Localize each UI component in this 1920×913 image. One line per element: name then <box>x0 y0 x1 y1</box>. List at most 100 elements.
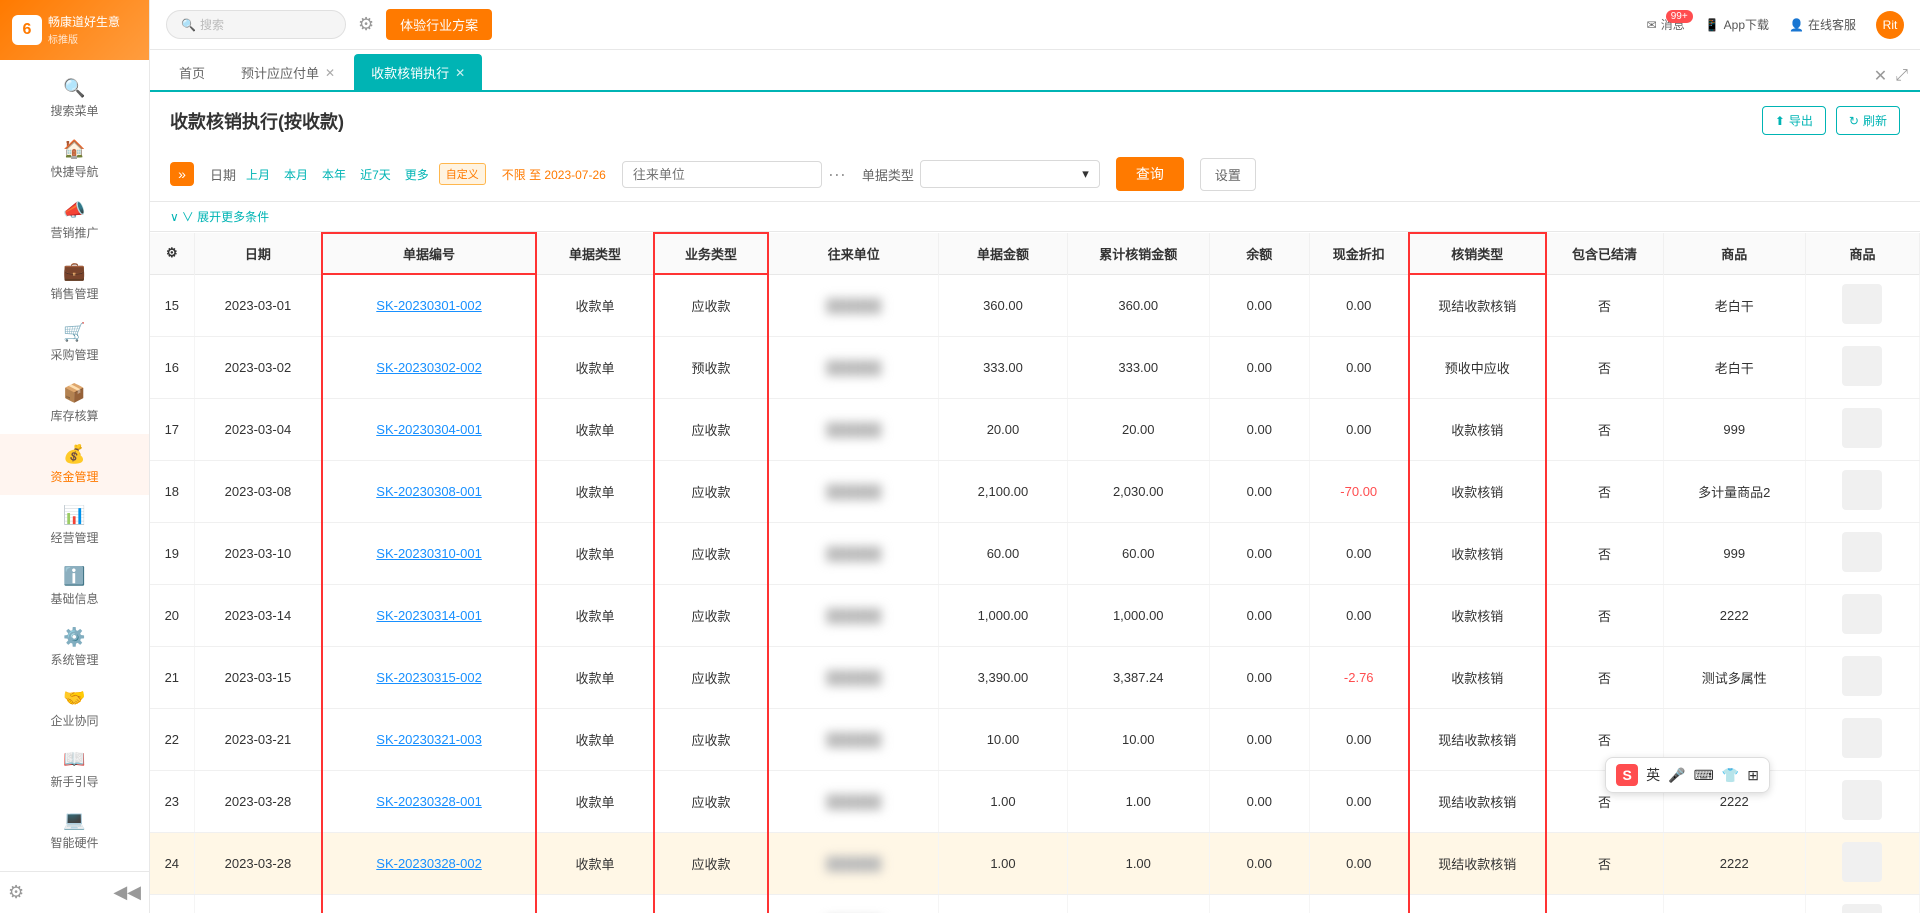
cell-date: 2023-03-14 <box>194 584 322 646</box>
docno-link[interactable]: SK-20230302-002 <box>376 360 482 375</box>
date-custom-btn[interactable]: 自定义 <box>439 163 486 185</box>
docno-link[interactable]: SK-20230315-002 <box>376 670 482 685</box>
th-date[interactable]: 日期 <box>194 233 322 274</box>
cell-doctype: 收款单 <box>536 522 654 584</box>
th-discount[interactable]: 现金折扣 <box>1309 233 1409 274</box>
topbar-gear-icon[interactable]: ⚙ <box>358 14 374 35</box>
tab-prepay-close[interactable]: ✕ <box>325 66 335 80</box>
docno-link[interactable]: SK-20230301-002 <box>376 298 482 313</box>
date-more[interactable]: 更多 <box>401 164 433 185</box>
cell-goodsimg <box>1805 398 1919 460</box>
cell-settled: 否 <box>1546 398 1664 460</box>
th-cumwrite[interactable]: 累计核销金额 <box>1067 233 1209 274</box>
ime-grid-icon[interactable]: ⊞ <box>1747 767 1759 784</box>
expand-more-btn[interactable]: ∨ ∨ 展开更多条件 <box>150 202 1920 232</box>
cell-amount: 1,000.00 <box>939 584 1067 646</box>
cell-writetype: 预收中应收 <box>1409 336 1546 398</box>
sidebar-item-marketing[interactable]: 📣营销推广 <box>0 190 149 251</box>
th-doctype[interactable]: 单据类型 <box>536 233 654 274</box>
th-settings[interactable]: ⚙ <box>150 233 194 274</box>
sidebar-item-quick-nav[interactable]: 🏠快捷导航 <box>0 129 149 190</box>
docno-link[interactable]: SK-20230308-001 <box>376 484 482 499</box>
sidebar-item-enterprise[interactable]: 🤝企业协同 <box>0 678 149 739</box>
expand-more-icon: ∨ <box>170 210 179 224</box>
date-this-month[interactable]: 本月 <box>280 164 312 185</box>
tab-prepay[interactable]: 预计应应付单 ✕ <box>224 54 352 90</box>
docno-link[interactable]: SK-20230314-001 <box>376 608 482 623</box>
date-prev-month[interactable]: 上月 <box>242 164 274 185</box>
docno-link[interactable]: SK-20230328-002 <box>376 856 482 871</box>
sidebar-item-finance[interactable]: 💰资金管理 <box>0 434 149 495</box>
ime-keyboard-icon[interactable]: ⌨ <box>1694 767 1714 784</box>
cell-balance: 0.00 <box>1209 708 1309 770</box>
th-goodsimg[interactable]: 商品 <box>1805 233 1919 274</box>
query-btn[interactable]: 查询 <box>1116 157 1184 191</box>
th-amount[interactable]: 单据金额 <box>939 233 1067 274</box>
sidebar-item-hardware[interactable]: 💻智能硬件 <box>0 800 149 861</box>
filter-expand-btn[interactable]: » <box>170 162 194 186</box>
docno-link[interactable]: SK-20230321-003 <box>376 732 482 747</box>
cell-doctype: 收款单 <box>536 336 654 398</box>
topbar-search-box[interactable]: 🔍 搜索 <box>166 10 346 39</box>
cell-writetype: 现结收款核销 <box>1409 894 1546 913</box>
filter-settings-btn[interactable]: 设置 <box>1200 158 1256 191</box>
docno-link[interactable]: SK-20230310-001 <box>376 546 482 561</box>
refresh-btn[interactable]: ↻ 刷新 <box>1836 106 1900 135</box>
cell-partner: ██████ <box>768 584 939 646</box>
message-btn[interactable]: ✉ 消息 99+ <box>1647 16 1685 33</box>
th-biztype[interactable]: 业务类型 <box>654 233 768 274</box>
cell-doctype: 收款单 <box>536 832 654 894</box>
ime-overlay: S 英 🎤 ⌨ 👕 ⊞ <box>1605 757 1770 793</box>
cell-doctype: 红字收款单 <box>536 894 654 913</box>
cell-doctype: 收款单 <box>536 274 654 336</box>
app-download-btn[interactable]: 📱 App下载 <box>1705 16 1769 33</box>
cell-goodsimg <box>1805 832 1919 894</box>
cell-partner: ██████ <box>768 274 939 336</box>
ime-shirt-icon[interactable]: 👕 <box>1722 767 1739 784</box>
industry-btn[interactable]: 体验行业方案 <box>386 9 492 40</box>
filter-dots: ··· <box>828 164 846 185</box>
settings-icon[interactable]: ⚙ <box>8 882 24 903</box>
sidebar-item-sales[interactable]: 💼销售管理 <box>0 251 149 312</box>
user-avatar[interactable]: Rit <box>1876 11 1904 39</box>
tab-home[interactable]: 首页 <box>162 54 222 90</box>
date-7days[interactable]: 近7天 <box>356 164 395 185</box>
cell-discount: 0.00 <box>1309 398 1409 460</box>
doctype-select[interactable]: ▾ <box>920 160 1100 188</box>
sidebar-item-inventory[interactable]: 📦库存核算 <box>0 373 149 434</box>
sidebar-item-weixin[interactable]: 💬企业微信 <box>0 861 149 871</box>
maximize-icon[interactable]: ⤢ <box>1895 67 1908 85</box>
th-docno[interactable]: 单据编号 <box>322 233 536 274</box>
sidebar-item-basic[interactable]: ℹ️基础信息 <box>0 556 149 617</box>
th-writetype[interactable]: 核销类型 <box>1409 233 1546 274</box>
data-table-container[interactable]: ⚙ 日期 单据编号 单据类型 业务类型 往来单位 单据金额 累计核销金额 余额 … <box>150 232 1920 913</box>
close-all-icon[interactable]: ✕ <box>1874 66 1887 86</box>
sidebar-item-guide[interactable]: 📖新手引导 <box>0 739 149 800</box>
tab-receipt-writeoff[interactable]: 收款核销执行 ✕ <box>354 54 482 90</box>
sidebar-item-label: 基础信息 <box>50 590 98 607</box>
app-logo: 6 畅康道好生意 标推版 <box>0 0 149 60</box>
th-partner[interactable]: 往来单位 <box>768 233 939 274</box>
sidebar-item-search[interactable]: 🔍搜索菜单 <box>0 68 149 129</box>
docno-link[interactable]: SK-20230304-001 <box>376 422 482 437</box>
sidebar-item-purchase[interactable]: 🛒采购管理 <box>0 312 149 373</box>
cell-cumwrite: 10.00 <box>1067 708 1209 770</box>
cell-writetype: 收款核销 <box>1409 584 1546 646</box>
collapse-icon[interactable]: ◀◀ <box>113 882 141 903</box>
online-service-btn[interactable]: 👤 在线客服 <box>1789 16 1856 33</box>
cell-goods: 2222 <box>1663 584 1805 646</box>
date-this-year[interactable]: 本年 <box>318 164 350 185</box>
ime-mic-icon[interactable]: 🎤 <box>1668 767 1685 784</box>
export-btn[interactable]: ⬆ 导出 <box>1762 106 1826 135</box>
cell-goods: 多计量商品2 <box>1663 460 1805 522</box>
docno-link[interactable]: SK-20230328-001 <box>376 794 482 809</box>
sidebar-item-operations[interactable]: 📊经营管理 <box>0 495 149 556</box>
cell-goods: 测试jun <box>1663 894 1805 913</box>
th-settled[interactable]: 包含已结清 <box>1546 233 1664 274</box>
sidebar-item-system[interactable]: ⚙️系统管理 <box>0 617 149 678</box>
th-goods[interactable]: 商品 <box>1663 233 1805 274</box>
partner-input[interactable] <box>622 161 822 188</box>
cell-partner: ██████ <box>768 770 939 832</box>
th-balance[interactable]: 余额 <box>1209 233 1309 274</box>
tab-receipt-close[interactable]: ✕ <box>455 66 465 80</box>
